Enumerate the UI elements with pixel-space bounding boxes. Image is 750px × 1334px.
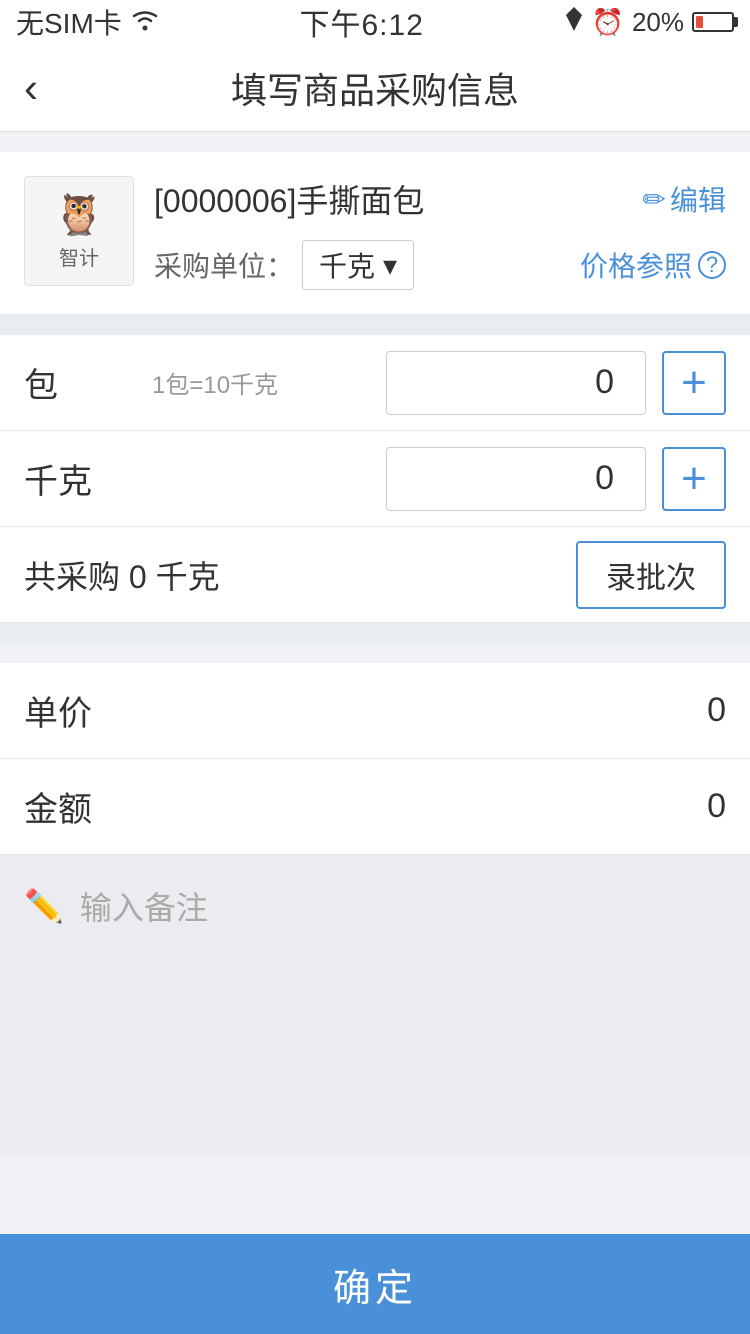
amount-row: 金额 0 bbox=[0, 759, 750, 855]
unit-select[interactable]: 千克 ▾ bbox=[302, 240, 414, 290]
unit-price-row: 单价 0 bbox=[0, 663, 750, 759]
alarm-icon: ⏰ bbox=[592, 7, 624, 38]
remark-placeholder: 输入备注 bbox=[80, 883, 208, 929]
batch-button[interactable]: 录批次 bbox=[576, 541, 726, 609]
bag-plus-button[interactable]: + bbox=[662, 351, 726, 415]
product-card: 🦉 智计 [0000006]手撕面包 ✏ 编辑 采购单位： 千克 ▾ bbox=[0, 152, 750, 315]
product-title: 手撕面包 bbox=[296, 183, 424, 219]
kg-label: 千克 bbox=[24, 454, 144, 503]
edit-icon: ✏ bbox=[643, 183, 666, 216]
kg-input-right: + bbox=[144, 447, 726, 511]
bag-sub-label: 1包=10千克 bbox=[152, 365, 278, 400]
product-code: [0000006] bbox=[154, 183, 296, 219]
bag-label: 包 bbox=[24, 358, 144, 407]
unit-row: 采购单位： 千克 ▾ 价格参照 ? bbox=[154, 240, 726, 290]
amount-value: 0 bbox=[707, 787, 726, 826]
bag-quantity-input[interactable] bbox=[386, 351, 646, 415]
battery-icon bbox=[692, 12, 734, 32]
location-icon bbox=[564, 7, 584, 38]
bag-input-row: 包 1包=10千克 + bbox=[0, 335, 750, 431]
bottom-space bbox=[0, 957, 750, 1157]
remark-section[interactable]: ✏️ 输入备注 bbox=[0, 855, 750, 957]
kg-input-row: 千克 + bbox=[0, 431, 750, 527]
status-bar: 无SIM卡 下午6:12 ⏰ 20% bbox=[0, 0, 750, 44]
logo-owl-icon: 🦉 bbox=[54, 191, 104, 238]
kg-plus-button[interactable]: + bbox=[662, 447, 726, 511]
status-time: 下午6:12 bbox=[299, 0, 423, 44]
unit-price-label: 单价 bbox=[24, 686, 92, 735]
status-right: ⏰ 20% bbox=[564, 7, 734, 38]
product-logo: 🦉 智计 bbox=[24, 176, 134, 286]
summary-row: 共采购 0 千克 录批次 bbox=[0, 527, 750, 623]
logo-brand-text: 智计 bbox=[59, 242, 99, 271]
bag-input-right: + bbox=[278, 351, 726, 415]
edit-label: 编辑 bbox=[670, 179, 726, 219]
product-name-row: [0000006]手撕面包 ✏ 编辑 bbox=[154, 176, 726, 222]
confirm-label: 确定 bbox=[333, 1257, 417, 1312]
battery-percent: 20% bbox=[632, 7, 684, 38]
price-ref-button[interactable]: 价格参照 ? bbox=[580, 245, 726, 285]
kg-quantity-input[interactable] bbox=[386, 447, 646, 511]
dropdown-arrow-icon: ▾ bbox=[383, 249, 397, 282]
unit-value: 千克 bbox=[319, 245, 375, 285]
carrier-text: 无SIM卡 bbox=[16, 2, 122, 42]
amount-label: 金额 bbox=[24, 782, 92, 831]
unit-label: 采购单位： bbox=[154, 245, 294, 285]
status-left: 无SIM卡 bbox=[16, 2, 160, 42]
summary-text: 共采购 0 千克 bbox=[24, 552, 220, 598]
price-ref-help-icon: ? bbox=[698, 251, 726, 279]
confirm-bar[interactable]: 确定 bbox=[0, 1234, 750, 1334]
product-info: [0000006]手撕面包 ✏ 编辑 采购单位： 千克 ▾ 价格参照 ? bbox=[154, 176, 726, 290]
product-name: [0000006]手撕面包 bbox=[154, 176, 424, 222]
pencil-icon: ✏️ bbox=[24, 887, 64, 925]
quantity-input-section: 包 1包=10千克 + 千克 + bbox=[0, 335, 750, 527]
back-button[interactable]: ‹ bbox=[24, 64, 38, 112]
section-divider-1 bbox=[0, 315, 750, 335]
unit-price-value: 0 bbox=[707, 691, 726, 730]
section-divider-2 bbox=[0, 623, 750, 643]
info-section: 单价 0 金额 0 bbox=[0, 663, 750, 855]
nav-bar: ‹ 填写商品采购信息 bbox=[0, 44, 750, 132]
page-title: 填写商品采购信息 bbox=[231, 62, 519, 114]
wifi-icon bbox=[130, 6, 160, 38]
price-ref-label: 价格参照 bbox=[580, 245, 692, 285]
edit-button[interactable]: ✏ 编辑 bbox=[643, 179, 726, 219]
